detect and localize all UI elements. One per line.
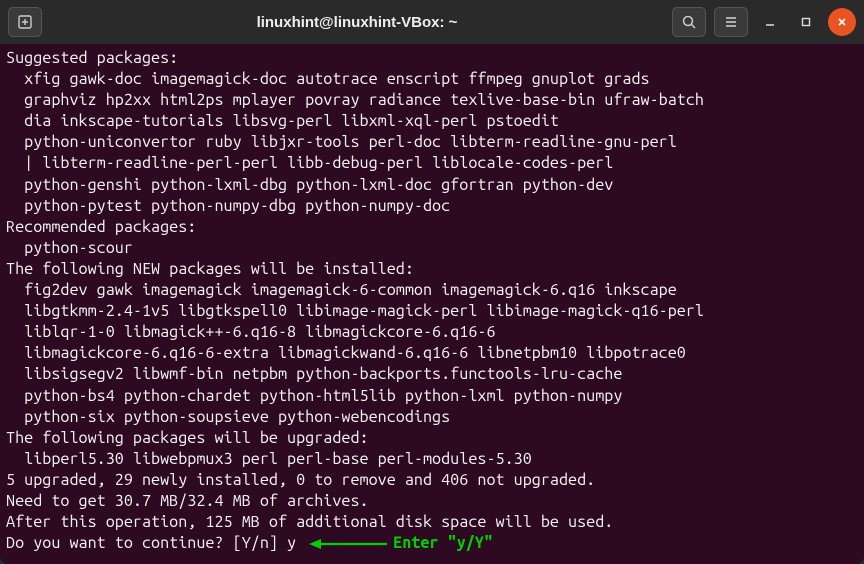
terminal-line: libsigsegv2 libwmf-bin netpbm python-bac…	[6, 364, 858, 385]
terminal-line: python-genshi python-lxml-dbg python-lxm…	[6, 175, 858, 196]
terminal-line: dia inkscape-tutorials libsvg-perl libxm…	[6, 111, 858, 132]
terminal-line: liblqr-1-0 libmagick++-6.q16-8 libmagick…	[6, 322, 858, 343]
minimize-icon	[764, 16, 776, 28]
arrow-left-icon	[309, 537, 387, 551]
terminal-window: linuxhint@linuxhint-VBox: ~	[0, 0, 864, 564]
terminal-line: python-scour	[6, 238, 858, 259]
new-tab-icon	[17, 14, 33, 30]
terminal-output[interactable]: Suggested packages: xfig gawk-doc imagem…	[0, 44, 864, 564]
terminal-line: libperl5.30 libwebpmux3 perl perl-base p…	[6, 449, 858, 470]
hamburger-icon	[723, 14, 739, 30]
terminal-line: Need to get 30.7 MB/32.4 MB of archives.	[6, 491, 858, 512]
prompt-line: Do you want to continue? [Y/n] y Enter "…	[6, 533, 858, 554]
search-icon	[681, 14, 697, 30]
close-button[interactable]	[828, 8, 856, 36]
window-title: linuxhint@linuxhint-VBox: ~	[50, 14, 664, 31]
terminal-line: python-six python-soupsieve python-weben…	[6, 407, 858, 428]
titlebar-right-controls	[672, 7, 856, 37]
terminal-line: python-bs4 python-chardet python-html5li…	[6, 386, 858, 407]
terminal-line: 5 upgraded, 29 newly installed, 0 to rem…	[6, 470, 858, 491]
maximize-button[interactable]	[792, 8, 820, 36]
terminal-line: The following NEW packages will be insta…	[6, 259, 858, 280]
terminal-line: python-uniconvertor ruby libjxr-tools pe…	[6, 132, 858, 153]
prompt-text: Do you want to continue? [Y/n] y	[6, 534, 296, 552]
terminal-line: Recommended packages:	[6, 217, 858, 238]
maximize-icon	[800, 16, 812, 28]
terminal-line: After this operation, 125 MB of addition…	[6, 512, 858, 533]
minimize-button[interactable]	[756, 8, 784, 36]
terminal-line: graphviz hp2xx html2ps mplayer povray ra…	[6, 90, 858, 111]
menu-button[interactable]	[714, 7, 748, 37]
terminal-line: fig2dev gawk imagemagick imagemagick-6-c…	[6, 280, 858, 301]
terminal-line: Suggested packages:	[6, 48, 858, 69]
new-tab-button[interactable]	[8, 7, 42, 37]
terminal-line: xfig gawk-doc imagemagick-doc autotrace …	[6, 69, 858, 90]
terminal-line: | libterm-readline-perl-perl libb-debug-…	[6, 153, 858, 174]
search-button[interactable]	[672, 7, 706, 37]
terminal-line: libgtkmm-2.4-1v5 libgtkspell0 libimage-m…	[6, 301, 858, 322]
terminal-line: The following packages will be upgraded:	[6, 428, 858, 449]
close-icon	[836, 16, 848, 28]
titlebar: linuxhint@linuxhint-VBox: ~	[0, 0, 864, 44]
annotation-text: Enter "y/Y"	[393, 534, 493, 552]
terminal-line: libmagickcore-6.q16-6-extra libmagickwan…	[6, 343, 858, 364]
terminal-line: python-pytest python-numpy-dbg python-nu…	[6, 196, 858, 217]
